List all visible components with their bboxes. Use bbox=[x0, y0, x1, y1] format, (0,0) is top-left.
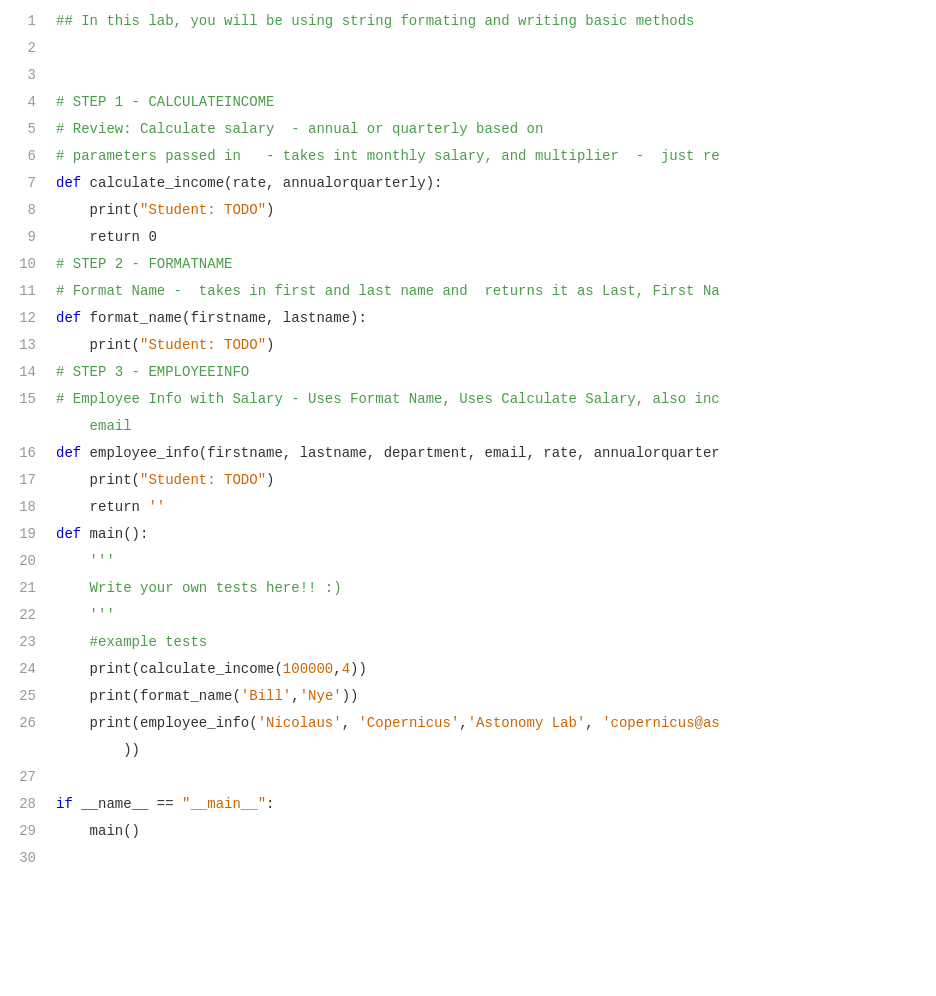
line-num-22: 22 bbox=[0, 602, 36, 629]
line-num-20: 20 bbox=[0, 548, 36, 575]
line-num-30: 30 bbox=[0, 845, 36, 872]
code-line-10: # STEP 2 - FORMATNAME bbox=[56, 251, 936, 278]
code-line-11: # Format Name - takes in first and last … bbox=[56, 278, 936, 305]
code-line-30 bbox=[56, 845, 936, 872]
code-line-29: main() bbox=[56, 818, 936, 845]
line-num-28: 28 bbox=[0, 791, 36, 818]
code-line-15b: email bbox=[56, 413, 936, 440]
code-line-6: # parameters passed in - takes int month… bbox=[56, 143, 936, 170]
code-line-1: ## In this lab, you will be using string… bbox=[56, 8, 936, 35]
line-num-13: 13 bbox=[0, 332, 36, 359]
code-line-27 bbox=[56, 764, 936, 791]
line-num-10: 10 bbox=[0, 251, 36, 278]
line-num-3: 3 bbox=[0, 62, 36, 89]
code-line-16: def employee_info(firstname, lastname, d… bbox=[56, 440, 936, 467]
line-num-5: 5 bbox=[0, 116, 36, 143]
code-line-3 bbox=[56, 62, 936, 89]
code-line-7: def calculate_income(rate, annualorquart… bbox=[56, 170, 936, 197]
code-editor: 1 2 3 4 5 6 7 8 9 10 11 12 13 14 15 16 1… bbox=[0, 0, 936, 996]
line-num-1: 1 bbox=[0, 8, 36, 35]
code-line-20: ''' bbox=[56, 548, 936, 575]
line-num-11: 11 bbox=[0, 278, 36, 305]
code-line-8: print("Student: TODO") bbox=[56, 197, 936, 224]
line-num-4: 4 bbox=[0, 89, 36, 116]
line-num-26b bbox=[0, 737, 36, 764]
code-line-26b: )) bbox=[56, 737, 936, 764]
line-num-25: 25 bbox=[0, 683, 36, 710]
line-num-17: 17 bbox=[0, 467, 36, 494]
line-num-29: 29 bbox=[0, 818, 36, 845]
line-num-27: 27 bbox=[0, 764, 36, 791]
line-num-2: 2 bbox=[0, 35, 36, 62]
code-line-5: # Review: Calculate salary - annual or q… bbox=[56, 116, 936, 143]
line-num-21: 21 bbox=[0, 575, 36, 602]
code-line-17: print("Student: TODO") bbox=[56, 467, 936, 494]
line-num-6: 6 bbox=[0, 143, 36, 170]
code-content[interactable]: ## In this lab, you will be using string… bbox=[52, 8, 936, 988]
line-num-15b bbox=[0, 413, 36, 440]
code-line-22: ''' bbox=[56, 602, 936, 629]
code-line-23: #example tests bbox=[56, 629, 936, 656]
line-num-26: 26 bbox=[0, 710, 36, 737]
line-num-7: 7 bbox=[0, 170, 36, 197]
code-line-9: return 0 bbox=[56, 224, 936, 251]
code-line-13: print("Student: TODO") bbox=[56, 332, 936, 359]
line-num-23: 23 bbox=[0, 629, 36, 656]
code-line-4: # STEP 1 - CALCULATEINCOME bbox=[56, 89, 936, 116]
code-line-19: def main(): bbox=[56, 521, 936, 548]
line-num-14: 14 bbox=[0, 359, 36, 386]
line-num-15: 15 bbox=[0, 386, 36, 413]
line-num-9: 9 bbox=[0, 224, 36, 251]
code-line-26: print(employee_info('Nicolaus', 'Coperni… bbox=[56, 710, 936, 737]
line-num-12: 12 bbox=[0, 305, 36, 332]
line-num-18: 18 bbox=[0, 494, 36, 521]
code-line-24: print(calculate_income(100000,4)) bbox=[56, 656, 936, 683]
code-line-2 bbox=[56, 35, 936, 62]
code-line-25: print(format_name('Bill','Nye')) bbox=[56, 683, 936, 710]
code-line-12: def format_name(firstname, lastname): bbox=[56, 305, 936, 332]
line-num-19: 19 bbox=[0, 521, 36, 548]
code-line-14: # STEP 3 - EMPLOYEEINFO bbox=[56, 359, 936, 386]
code-line-15: # Employee Info with Salary - Uses Forma… bbox=[56, 386, 936, 413]
code-line-21: Write your own tests here!! :) bbox=[56, 575, 936, 602]
line-numbers: 1 2 3 4 5 6 7 8 9 10 11 12 13 14 15 16 1… bbox=[0, 8, 52, 988]
code-line-28: if __name__ == "__main__": bbox=[56, 791, 936, 818]
line-num-8: 8 bbox=[0, 197, 36, 224]
line-num-24: 24 bbox=[0, 656, 36, 683]
code-line-18: return '' bbox=[56, 494, 936, 521]
line-num-16: 16 bbox=[0, 440, 36, 467]
